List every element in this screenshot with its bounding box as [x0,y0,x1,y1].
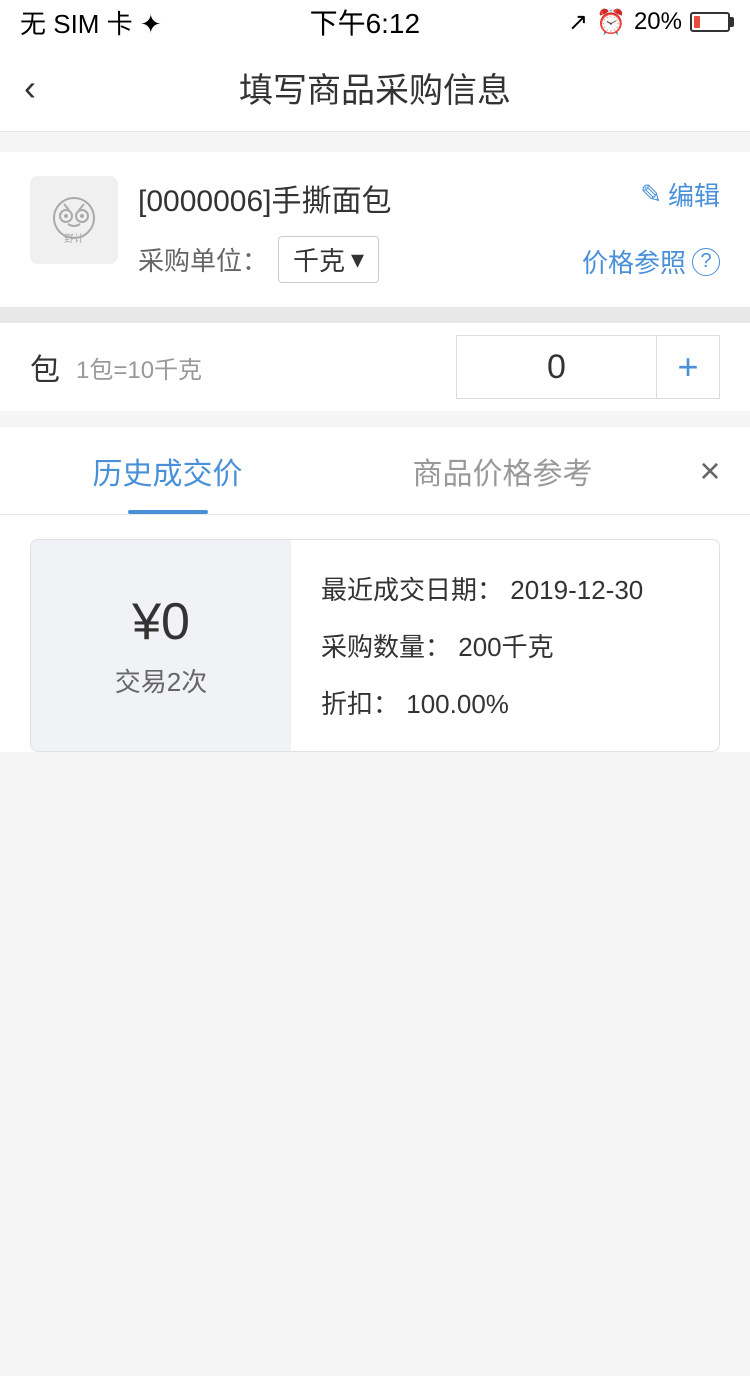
edit-icon: ✎ [640,179,662,210]
recent-date-label: 最近成交日期： [321,575,503,605]
transaction-card: ¥0 交易2次 最近成交日期： 2019-12-30 采购数量： 200千克 折… [30,539,720,752]
price-ref-label: 价格参照 [582,243,686,280]
unit-dropdown[interactable]: 千克 ▾ [278,236,379,283]
discount-label: 折扣： [321,689,399,719]
tab-history-price-label: 历史成交价 [93,449,243,493]
transaction-recent-date: 最近成交日期： 2019-12-30 [321,570,689,607]
svg-text:野计: 野计 [64,232,84,245]
transaction-right-panel: 最近成交日期： 2019-12-30 采购数量： 200千克 折扣： 100.0… [291,540,719,751]
quantity-plus-button[interactable]: + [656,335,720,399]
divider [0,307,750,323]
product-info: [0000006]手撕面包 采购单位： 千克 ▾ [138,176,391,283]
dropdown-arrow-icon: ▾ [351,244,364,275]
recent-date-value: 2019-12-30 [510,575,643,605]
price-ref-help-icon: ? [692,248,720,276]
quantity-unit-badge: 包 [30,345,60,389]
battery-percent: 20% [634,8,682,36]
transaction-discount: 折扣： 100.00% [321,684,689,721]
quantity-input[interactable]: 0 [456,335,656,399]
discount-value: 100.00% [406,689,509,719]
tabs-header: 历史成交价 商品价格参考 × [0,427,750,515]
purchase-unit-label: 采购单位： [138,241,268,278]
transaction-price: ¥0 [132,592,190,652]
tab-history-price[interactable]: 历史成交价 [0,427,335,514]
edit-link[interactable]: ✎ 编辑 [640,176,720,213]
product-owl-icon: 野计 [44,190,104,250]
location-icon: ↗ [568,8,588,37]
signal-text: 无 SIM 卡 ✦ [20,4,162,41]
edit-label: 编辑 [668,176,720,213]
product-thumbnail: 野计 [30,176,118,264]
tabs-close-button[interactable]: × [670,427,750,514]
status-time: 下午6:12 [310,2,421,42]
main-content [0,776,750,1376]
quantity-unit-hint: 1包=10千克 [76,350,202,385]
price-ref-link[interactable]: 价格参照 ? [582,243,720,280]
nav-bar: ‹ 填写商品采购信息 [0,44,750,132]
product-left: 野计 [0000006]手撕面包 采购单位： 千克 ▾ [30,176,391,283]
tab-product-price-ref[interactable]: 商品价格参考 [335,427,670,514]
transaction-left-panel: ¥0 交易2次 [31,540,291,751]
status-right: ↗ ⏰ 20% [568,8,730,37]
quantity-label-group: 包 1包=10千克 [30,345,202,389]
purchase-qty-label: 采购数量： [321,632,451,662]
alarm-icon: ⏰ [596,8,626,37]
transaction-trade-count: 交易2次 [115,662,207,699]
quantity-row: 包 1包=10千克 0 + [0,323,750,411]
product-right-links: ✎ 编辑 价格参照 ? [582,176,720,280]
purchase-qty-value: 200千克 [458,632,553,662]
status-bar: 无 SIM 卡 ✦ 下午6:12 ↗ ⏰ 20% [0,0,750,44]
battery-icon [690,12,730,32]
quantity-controls: 0 + [456,335,720,399]
tabs-section: 历史成交价 商品价格参考 × ¥0 交易2次 最近成交日期： 2019-12-3… [0,427,750,752]
purchase-unit-row: 采购单位： 千克 ▾ [138,236,391,283]
page-title: 填写商品采购信息 [239,63,511,112]
status-left: 无 SIM 卡 ✦ [20,4,162,41]
transaction-purchase-qty: 采购数量： 200千克 [321,627,689,664]
product-name: [0000006]手撕面包 [138,176,391,220]
unit-value: 千克 [293,241,345,278]
product-card: 野计 [0000006]手撕面包 采购单位： 千克 ▾ ✎ 编辑 [0,152,750,307]
tab-product-price-ref-label: 商品价格参考 [413,449,593,493]
back-button[interactable]: ‹ [24,67,36,109]
product-header: 野计 [0000006]手撕面包 采购单位： 千克 ▾ ✎ 编辑 [30,176,720,283]
